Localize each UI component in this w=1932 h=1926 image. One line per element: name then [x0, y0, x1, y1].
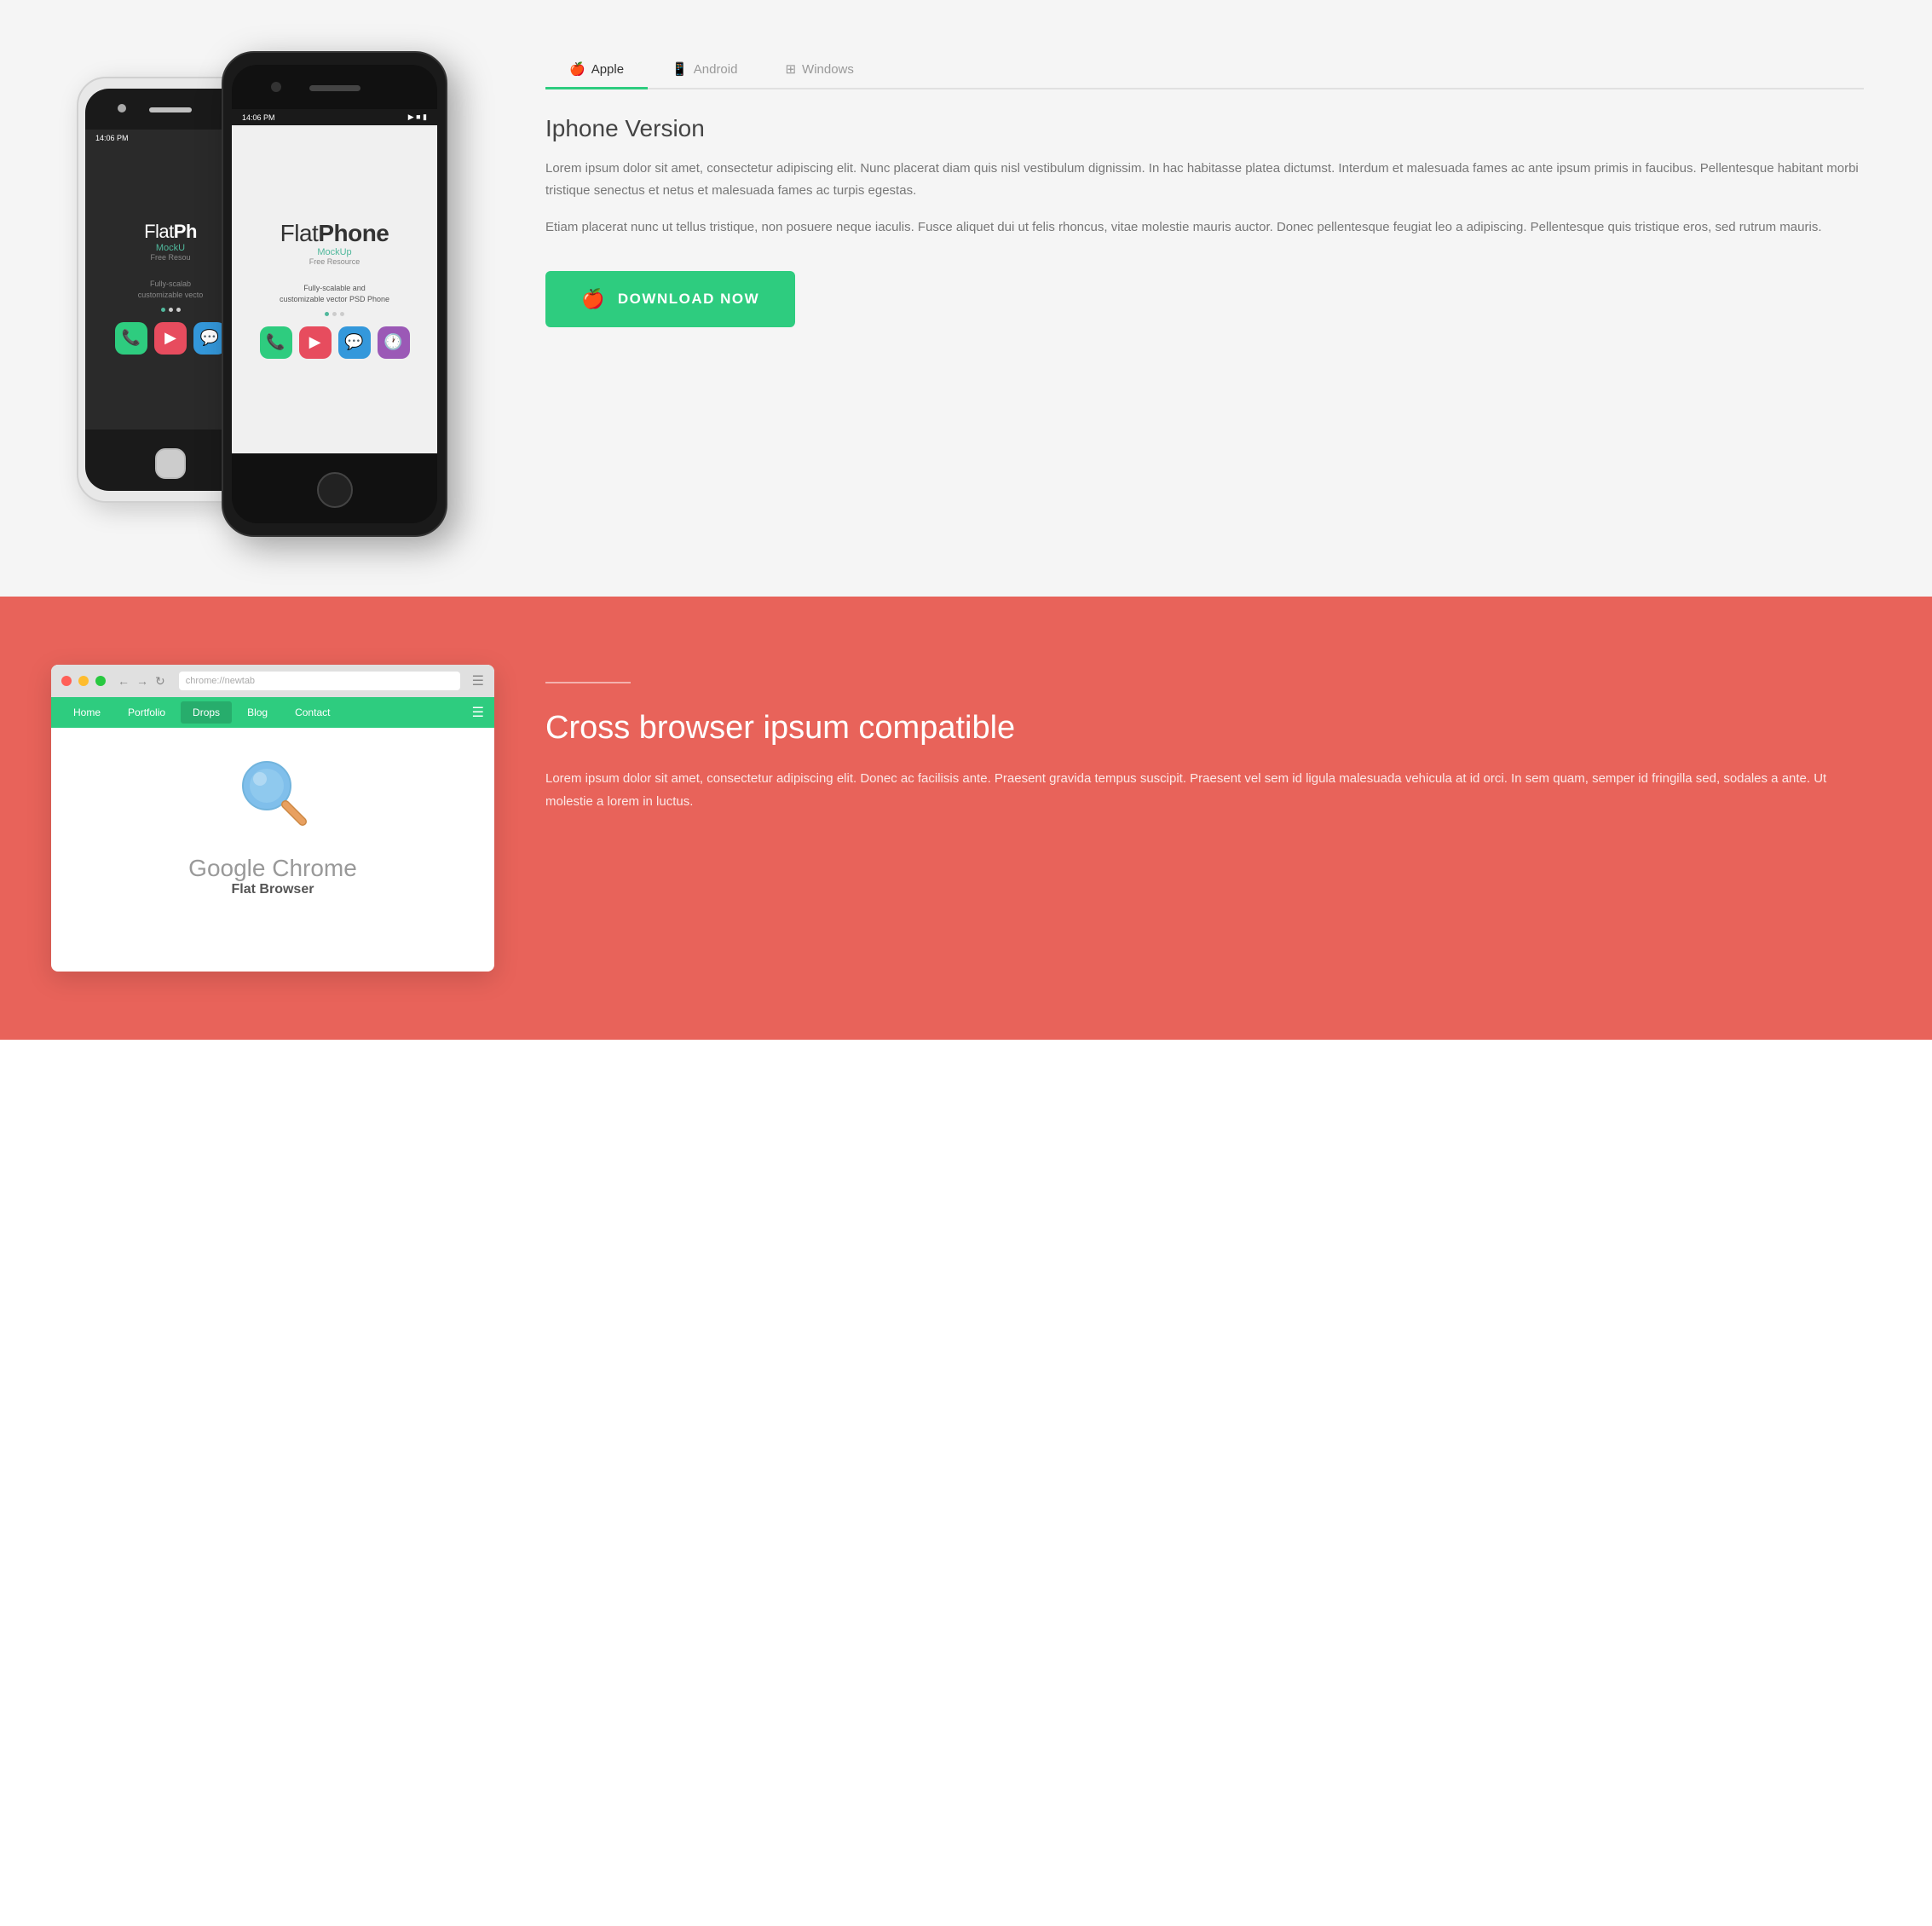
download-button[interactable]: 🍎 DOWNLOAD NOW [545, 271, 795, 327]
white-phone-title: FlatPh [144, 221, 197, 243]
dot-3 [176, 308, 181, 312]
browser-nav-portfolio[interactable]: Portfolio [116, 701, 177, 724]
status-bar-black: 14:06 PM ▶ ■ ▮ [232, 109, 437, 125]
tab-apple-label: Apple [591, 62, 624, 77]
iphone-body-1: Lorem ipsum dolor sit amet, consectetur … [545, 158, 1864, 201]
icon-chat-black: 💬 [338, 326, 371, 359]
black-phone-desc: Fully-scalable andcustomizable vector PS… [280, 283, 389, 304]
tab-windows[interactable]: ⊞ Windows [761, 51, 877, 89]
icon-play-black: ▶ [299, 326, 332, 359]
browser-titlebar: ← → ↻ chrome://newtab ☰ [51, 665, 494, 697]
white-phone-free: Free Resou [150, 253, 190, 262]
cross-browser-title: Cross browser ipsum compatible [545, 709, 1864, 748]
browser-body: Google Chrome Flat Browser [51, 728, 494, 923]
black-phone-subtitle: MockUp [317, 247, 351, 257]
windows-tab-icon: ⊞ [785, 61, 796, 77]
tabs: 🍎 Apple 📱 Android ⊞ Windows [545, 51, 1864, 89]
icon-phone-black: 📞 [260, 326, 292, 359]
phone-black-screen: 14:06 PM ▶ ■ ▮ FlatPhone MockUp Free Res… [232, 109, 437, 453]
app-icons-white: 📞 ▶ 💬 [115, 322, 226, 355]
top-section: 14:06 PM ▶ ■ ▮ FlatPh MockU Free Resou F… [0, 0, 1932, 597]
cross-browser-body: Lorem ipsum dolor sit amet, consectetur … [545, 767, 1864, 813]
browser-refresh-icon[interactable]: ↻ [155, 674, 165, 689]
icon-phone-white: 📞 [115, 322, 147, 355]
browser-app-sub: Flat Browser [232, 882, 314, 897]
phone-home-black [317, 472, 353, 508]
download-label: DOWNLOAD NOW [618, 291, 759, 308]
dot-1 [161, 308, 165, 312]
icon-play-white: ▶ [154, 322, 187, 355]
tab-windows-label: Windows [802, 62, 854, 77]
browser-nav-blog[interactable]: Blog [235, 701, 280, 724]
bottom-section: ← → ↻ chrome://newtab ☰ Home Portfolio D… [0, 597, 1932, 1040]
browser-hamburger-icon[interactable]: ☰ [472, 704, 484, 721]
white-phone-subtitle: MockU [156, 243, 185, 253]
white-phone-desc: Fully-scalabcustomizable vecto [138, 279, 204, 300]
browser-url: chrome://newtab [186, 676, 255, 686]
browser-nav-contact[interactable]: Contact [283, 701, 342, 724]
dot-b2 [332, 312, 337, 316]
phone-camera-black [271, 82, 281, 92]
black-phone-content: FlatPhone MockUp Free Resource Fully-sca… [232, 125, 437, 453]
black-phone-title: FlatPhone [280, 220, 389, 247]
browser-forward-icon[interactable]: → [136, 674, 148, 688]
tab-android[interactable]: 📱 Android [648, 51, 761, 89]
phone-black: 14:06 PM ▶ ■ ▮ FlatPhone MockUp Free Res… [222, 51, 447, 537]
browser-menu-icon[interactable]: ☰ [472, 672, 484, 689]
tab-apple[interactable]: 🍎 Apple [545, 51, 648, 89]
browser-logo-icon [234, 753, 311, 846]
divider-line [545, 682, 631, 683]
tab-android-label: Android [694, 62, 738, 77]
dot-b1 [325, 312, 329, 316]
right-bottom-content: Cross browser ipsum compatible Lorem ips… [545, 665, 1864, 813]
download-apple-icon: 🍎 [581, 288, 606, 310]
browser-close-dot [61, 676, 72, 686]
black-phone-free: Free Resource [309, 257, 360, 266]
dots-white [161, 308, 181, 312]
browser-mockup: ← → ↻ chrome://newtab ☰ Home Portfolio D… [51, 665, 494, 972]
phone-speaker-white [149, 107, 192, 112]
dot-b3 [340, 312, 344, 316]
browser-navbar: Home Portfolio Drops Blog Contact ☰ [51, 697, 494, 728]
browser-address-bar[interactable]: chrome://newtab [179, 672, 460, 690]
android-tab-icon: 📱 [672, 61, 688, 77]
right-content: 🍎 Apple 📱 Android ⊞ Windows Iphone Versi… [494, 51, 1864, 327]
phone-camera-white [118, 104, 126, 112]
icon-clock-black: 🕐 [378, 326, 410, 359]
phone-home-white [155, 448, 186, 479]
phone-speaker-black [309, 85, 360, 91]
browser-nav-drops[interactable]: Drops [181, 701, 232, 724]
browser-minimize-dot [78, 676, 89, 686]
browser-nav-home[interactable]: Home [61, 701, 112, 724]
dot-2 [169, 308, 173, 312]
dots-black [325, 312, 344, 316]
phone-area: 14:06 PM ▶ ■ ▮ FlatPh MockU Free Resou F… [51, 51, 494, 545]
browser-back-icon[interactable]: ← [118, 674, 130, 688]
app-icons-black: 📞 ▶ 💬 🕐 [260, 326, 410, 359]
browser-app-name: Google Chrome [188, 855, 357, 882]
iphone-body-2: Etiam placerat nunc ut tellus tristique,… [545, 216, 1864, 239]
iphone-section-title: Iphone Version [545, 115, 1864, 142]
browser-maximize-dot [95, 676, 106, 686]
apple-tab-icon: 🍎 [569, 61, 585, 77]
